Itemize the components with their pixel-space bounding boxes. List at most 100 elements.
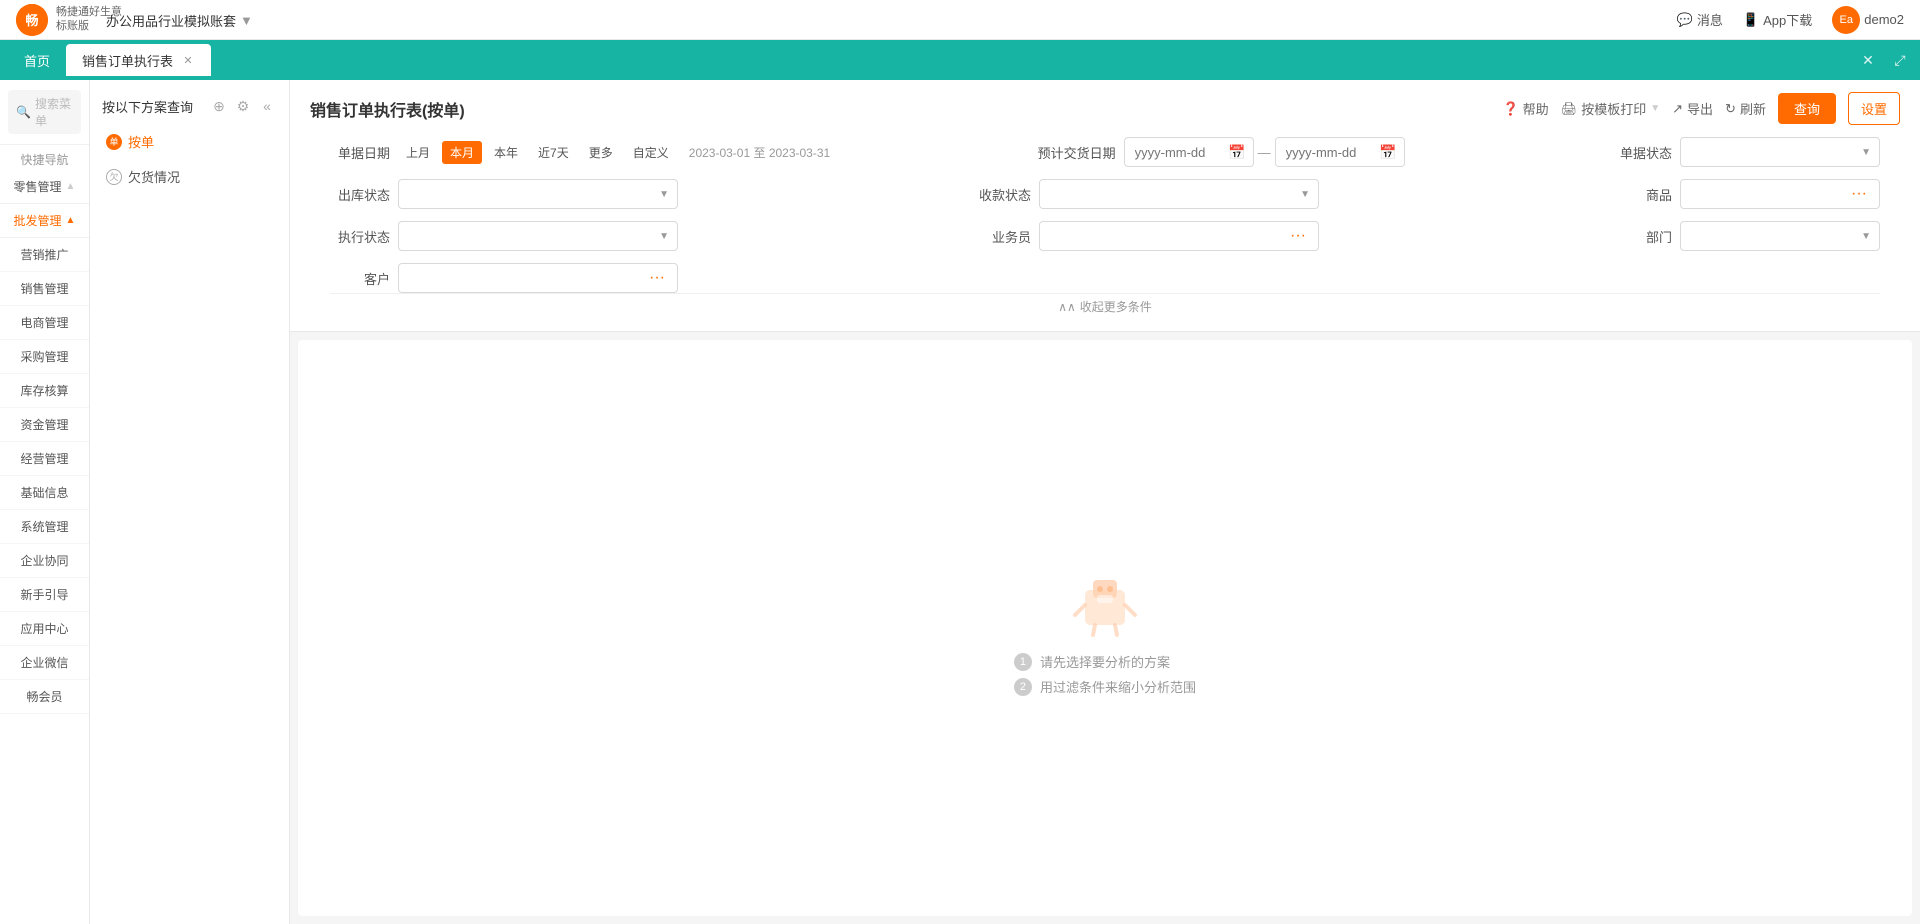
filter-row-4: 客户 ··· <box>330 263 1880 293</box>
exec-status-select[interactable]: ▼ <box>398 221 678 251</box>
left-panel: 按以下方案查询 ⊕ ⚙ « 单 按单 <box>90 80 290 924</box>
ship-status-select[interactable]: ▼ <box>398 179 678 209</box>
plan-bullet-outline: 欠 <box>106 169 122 185</box>
filter-row-1: 单据日期 上月 本月 本年 近7天 更多 自定义 2023-03-01 至 20… <box>330 137 1880 167</box>
filter-group-product: 商品 ··· <box>1612 179 1880 209</box>
hint-num-2: 2 <box>1014 678 1032 696</box>
sidebar-item-system[interactable]: 系统管理 <box>0 510 89 544</box>
sidebar-item-guide[interactable]: 新手引导 <box>0 578 89 612</box>
add-plan-button[interactable]: ⊕ <box>209 96 229 116</box>
main-layout: 🔍 搜索菜单 快捷导航 零售管理 ▲ 批发管理 ▲ 营销推广 销售管理 电商管理 <box>0 80 1920 924</box>
export-button[interactable]: ↗ 导出 <box>1672 99 1713 118</box>
left-panel-header-btns: ⊕ ⚙ « <box>209 96 277 116</box>
date-tab-last-month[interactable]: 上月 <box>398 141 438 164</box>
sidebar-item-wholesale[interactable]: 批发管理 ▲ <box>0 204 89 237</box>
sidebar-search-area: 🔍 搜索菜单 <box>0 80 89 145</box>
export-icon: ↗ <box>1672 101 1683 117</box>
date-start-wrap: 📅 <box>1124 137 1254 167</box>
filter-row-3: 执行状态 ▼ 业务员 · <box>330 221 1880 251</box>
settings-plan-button[interactable]: ⚙ <box>233 96 253 116</box>
date-tab-current-month[interactable]: 本月 <box>442 141 482 164</box>
filter-group-dept: 部门 ▼ <box>1612 221 1880 251</box>
dept-select[interactable]: ▼ <box>1680 221 1880 251</box>
date-tab-custom[interactable]: 自定义 <box>625 141 677 164</box>
page-actions: ❓ 帮助 🖨 按模板打印 ▼ ↗ 导出 <box>1502 92 1900 125</box>
chevron-icon-retail: ▲ <box>66 181 76 192</box>
order-status-select[interactable]: ▼ <box>1680 137 1880 167</box>
filter-group-customer: 客户 ··· <box>330 263 678 293</box>
sidebar-item-purchase[interactable]: 采购管理 <box>0 340 89 374</box>
collapse-panel-button[interactable]: « <box>257 96 277 116</box>
receive-status-select[interactable]: ▼ <box>1039 179 1319 209</box>
sidebar-item-retail[interactable]: 零售管理 ▲ <box>0 170 89 203</box>
filter-group-date: 单据日期 上月 本月 本年 近7天 更多 自定义 2023-03-01 至 20… <box>330 141 830 164</box>
product-dots-icon[interactable]: ··· <box>1847 185 1871 203</box>
svg-text:畅: 畅 <box>25 13 38 28</box>
sidebar-item-enterprise[interactable]: 企业协同 <box>0 544 89 578</box>
filter-group-exec: 执行状态 ▼ <box>330 221 678 251</box>
date-range-text: 2023-03-01 至 2023-03-31 <box>689 144 830 161</box>
collapse-more-button[interactable]: ∧∧ 收起更多条件 <box>330 293 1880 319</box>
app-download-button[interactable]: 📱 App下载 <box>1743 10 1812 29</box>
message-button[interactable]: 💬 消息 <box>1677 10 1723 29</box>
sidebar-item-ecommerce[interactable]: 电商管理 <box>0 306 89 340</box>
chevron-down-icon-status: ▼ <box>1861 147 1871 158</box>
help-button[interactable]: ❓ 帮助 <box>1502 99 1548 118</box>
tab-sales-order[interactable]: 销售订单执行表 ✕ <box>66 44 211 76</box>
date-start-input[interactable] <box>1124 137 1254 167</box>
empty-hint-2: 2 用过滤条件来缩小分析范围 <box>1014 677 1196 696</box>
print-icon: 🖨 <box>1561 101 1578 117</box>
avatar: Ea <box>1832 6 1860 34</box>
date-tab-more[interactable]: 更多 <box>581 141 621 164</box>
customer-select[interactable]: ··· <box>398 263 678 293</box>
empty-hints: 1 请先选择要分析的方案 2 用过滤条件来缩小分析范围 <box>1014 652 1196 696</box>
exec-status-label: 执行状态 <box>330 227 390 246</box>
sidebar-item-appstore[interactable]: 应用中心 <box>0 612 89 646</box>
chevron-icon-wholesale: ▲ <box>66 215 76 226</box>
empty-hint-1: 1 请先选择要分析的方案 <box>1014 652 1196 671</box>
plan-item-按单[interactable]: 单 按单 <box>90 124 289 159</box>
content-area: 按以下方案查询 ⊕ ⚙ « 单 按单 <box>90 80 1920 924</box>
sidebar-item-finance[interactable]: 资金管理 <box>0 408 89 442</box>
breadcrumb: 办公用品行业模拟账套 ▼ <box>90 0 269 40</box>
refresh-icon: ↻ <box>1725 101 1736 117</box>
sidebar-item-operation[interactable]: 经营管理 <box>0 442 89 476</box>
page-title-row: 销售订单执行表(按单) ❓ 帮助 🖨 按模板打印 ▼ <box>310 92 1900 125</box>
sidebar-item-member[interactable]: 畅会员 <box>0 680 89 714</box>
date-end-input[interactable] <box>1275 137 1405 167</box>
order-status-label: 单据状态 <box>1612 143 1672 162</box>
date-tab-this-year[interactable]: 本年 <box>486 141 526 164</box>
breadcrumb-dropdown[interactable]: ▼ <box>240 13 253 28</box>
tab-bar-right: ✕ ⤢ <box>1856 48 1912 72</box>
salesman-select[interactable]: ··· <box>1039 221 1319 251</box>
plus-icon: ⊕ <box>213 98 225 115</box>
plan-item-欠货情况[interactable]: 欠 欠货情况 <box>90 159 289 194</box>
sidebar-item-marketing[interactable]: 营销推广 <box>0 238 89 272</box>
template-print-button[interactable]: 🖨 按模板打印 ▼ <box>1561 99 1660 118</box>
user-profile[interactable]: Ea demo2 <box>1832 6 1904 34</box>
filter-area: 单据日期 上月 本月 本年 近7天 更多 自定义 2023-03-01 至 20… <box>310 137 1900 331</box>
date-tab-last7[interactable]: 近7天 <box>530 141 577 164</box>
settings-button[interactable]: 设置 <box>1848 92 1900 125</box>
search-menu-input[interactable]: 🔍 搜索菜单 <box>8 90 81 134</box>
chevron-down-icon-receive: ▼ <box>1300 189 1310 200</box>
quick-nav-label: 快捷导航 <box>0 145 89 170</box>
sidebar-item-wechat[interactable]: 企业微信 <box>0 646 89 680</box>
sidebar-item-inventory[interactable]: 库存核算 <box>0 374 89 408</box>
sidebar-item-sales[interactable]: 销售管理 <box>0 272 89 306</box>
tab-close-icon[interactable]: ✕ <box>181 53 195 67</box>
customer-dots-icon[interactable]: ··· <box>645 269 669 287</box>
salesman-dots-icon[interactable]: ··· <box>1286 227 1310 245</box>
sidebar-item-basic[interactable]: 基础信息 <box>0 476 89 510</box>
tab-close-all-icon[interactable]: ✕ <box>1856 48 1880 72</box>
app-logo: 畅 <box>16 4 48 36</box>
refresh-button[interactable]: ↻ 刷新 <box>1725 99 1766 118</box>
help-icon: ❓ <box>1502 101 1518 117</box>
page-title: 销售订单执行表(按单) <box>310 97 465 121</box>
tab-expand-icon[interactable]: ⤢ <box>1888 48 1912 72</box>
query-button[interactable]: 查询 <box>1778 93 1836 124</box>
tab-home[interactable]: 首页 <box>8 44 66 76</box>
right-content: 销售订单执行表(按单) ❓ 帮助 🖨 按模板打印 ▼ <box>290 80 1920 924</box>
product-select[interactable]: ··· <box>1680 179 1880 209</box>
chevron-down-icon-exec: ▼ <box>659 231 669 242</box>
